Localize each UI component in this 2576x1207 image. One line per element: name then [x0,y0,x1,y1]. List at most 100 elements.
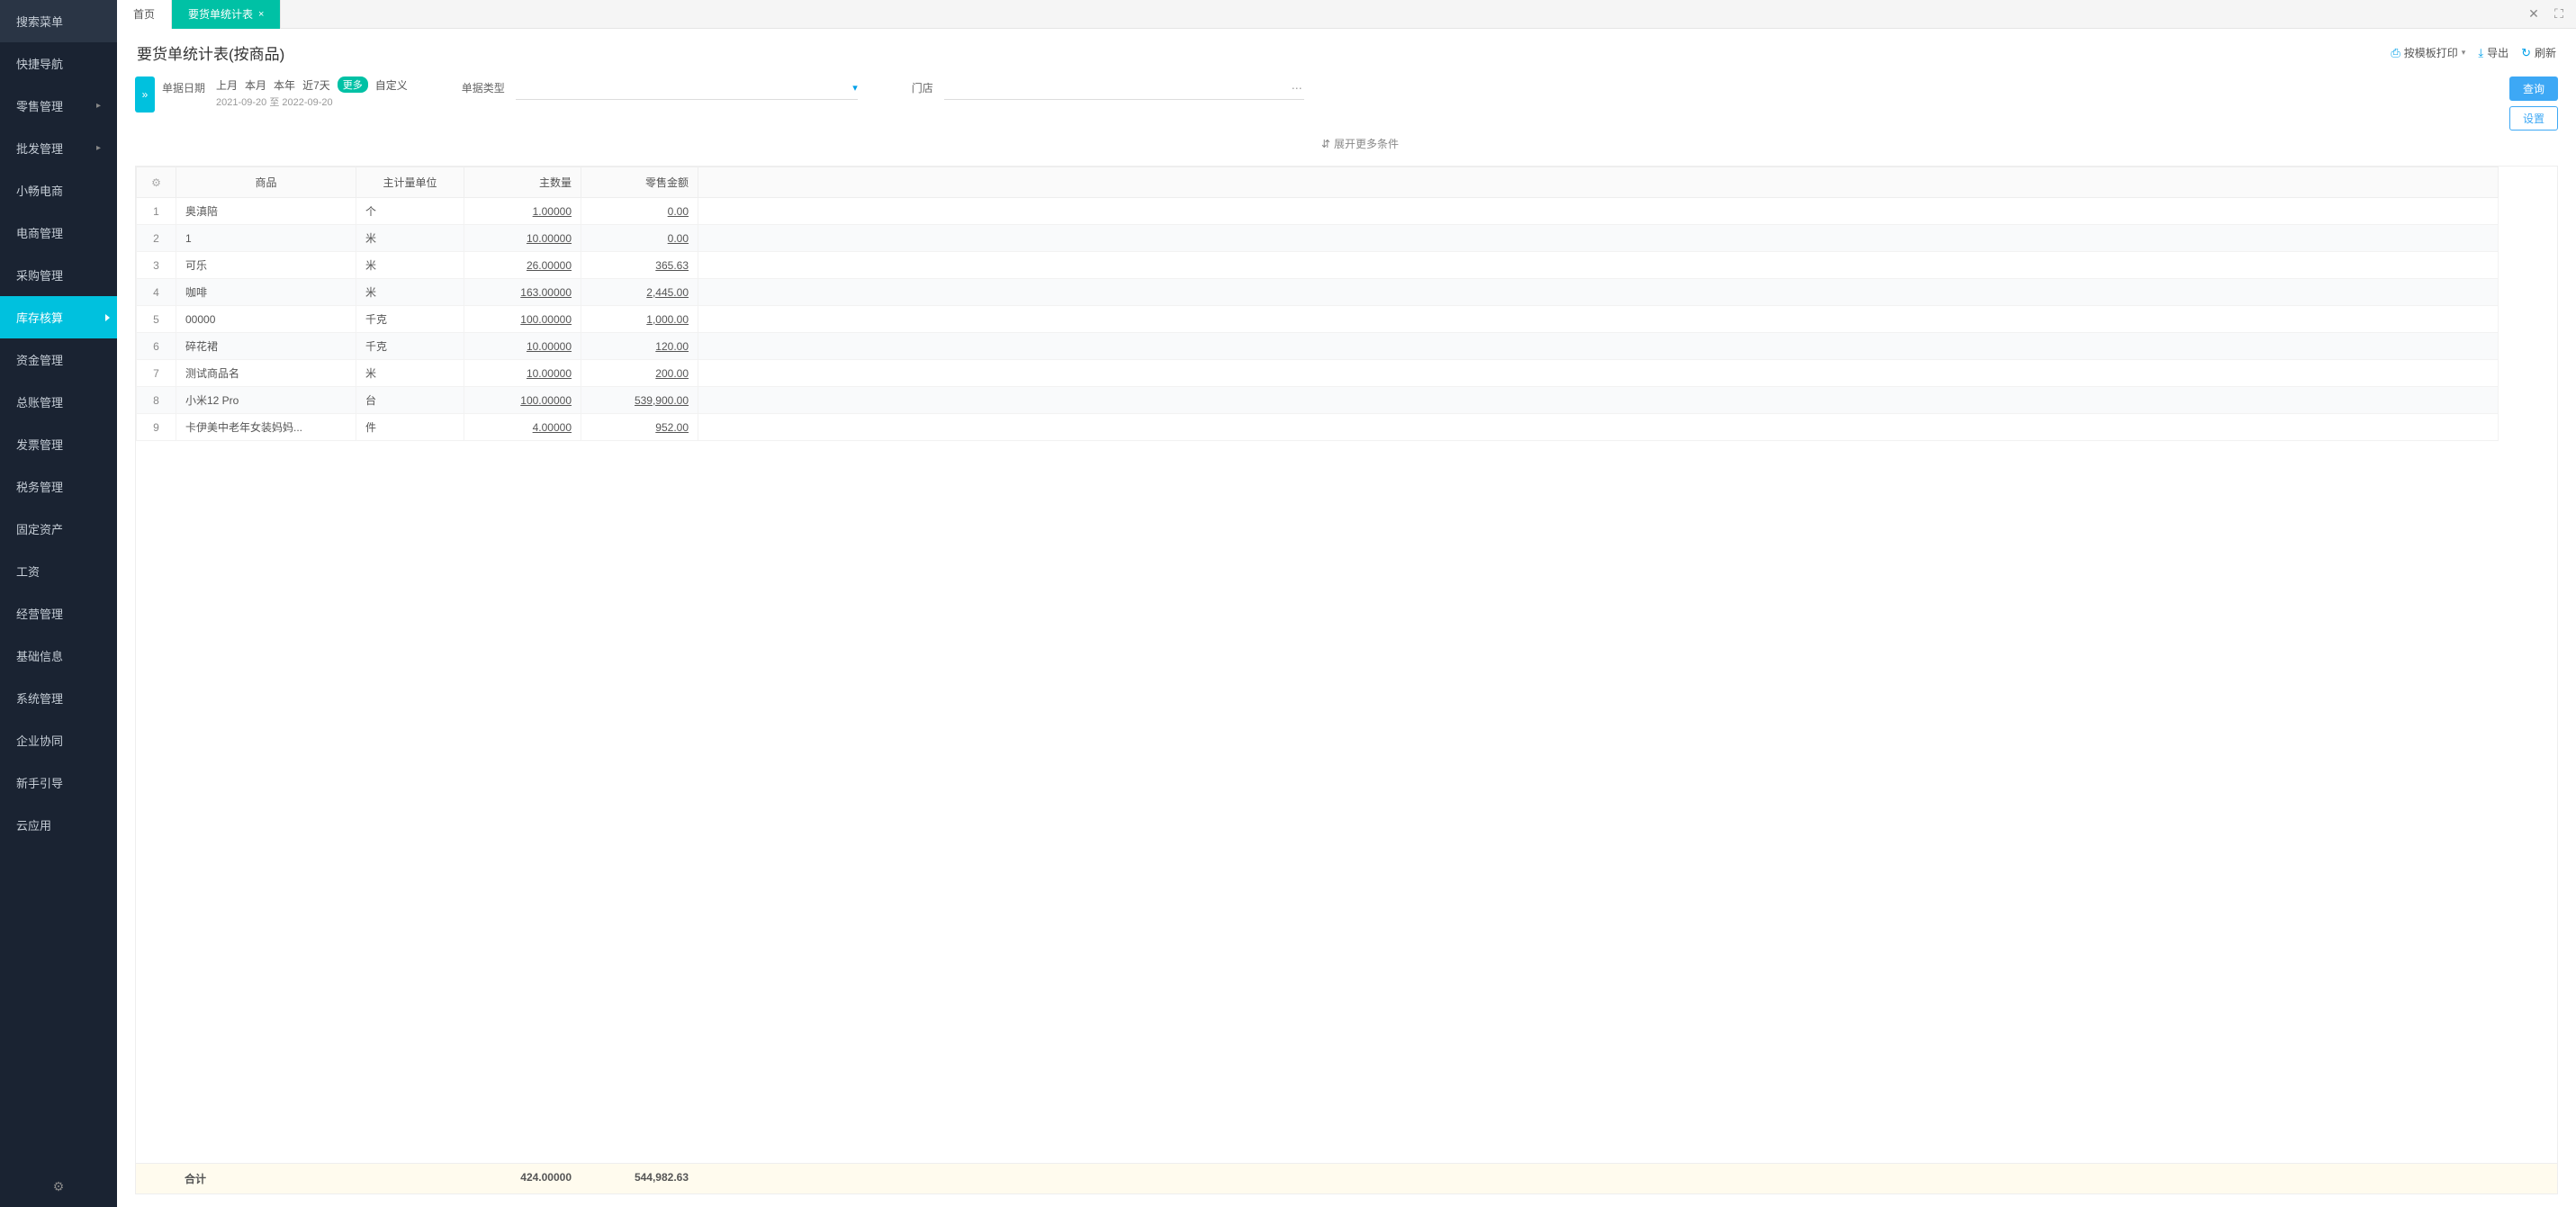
cell-qty[interactable]: 4.00000 [464,414,581,441]
sidebar-item-11[interactable]: 税务管理 [0,465,117,508]
sidebar-item-14[interactable]: 经营管理 [0,592,117,635]
expand-filters-button[interactable]: ⇵ 展开更多条件 [1321,136,1399,151]
cell-amount[interactable]: 200.00 [581,360,698,387]
sidebar-item-label: 基础信息 [16,647,63,664]
cell-empty [698,387,2499,414]
sidebar-item-label: 工资 [16,563,40,580]
cell-amount[interactable]: 2,445.00 [581,279,698,306]
sidebar-item-18[interactable]: 新手引导 [0,761,117,804]
cell-qty[interactable]: 163.00000 [464,279,581,306]
cell-amount[interactable]: 0.00 [581,225,698,252]
cell-amount[interactable]: 0.00 [581,198,698,225]
table-row[interactable]: 8小米12 Pro台100.00000539,900.00 [137,387,2499,414]
settings-button[interactable]: 设置 [2509,106,2558,131]
date-opt-custom[interactable]: 自定义 [375,77,408,93]
date-opt-last-7[interactable]: 近7天 [302,77,330,93]
cell-qty[interactable]: 100.00000 [464,306,581,333]
sidebar-item-9[interactable]: 总账管理 [0,381,117,423]
table-row[interactable]: 21米10.000000.00 [137,225,2499,252]
sidebar-item-16[interactable]: 系统管理 [0,677,117,719]
sidebar-item-4[interactable]: 小畅电商 [0,169,117,212]
cell-product: 可乐 [176,252,356,279]
sidebar-item-0[interactable]: 搜索菜单 [0,0,117,42]
date-opt-this-month[interactable]: 本月 [245,77,266,93]
main-area: 首页要货单统计表 × ✕ ⛶ 要货单统计表(按商品) ⎙ 按模板打印 ▾ ⤓ 导出 [117,0,2576,1207]
table-row[interactable]: 1奥滇陪个1.000000.00 [137,198,2499,225]
print-button[interactable]: ⎙ 按模板打印 ▾ [2391,45,2465,60]
cell-amount[interactable]: 365.63 [581,252,698,279]
sidebar-item-label: 发票管理 [16,436,63,453]
cell-qty[interactable]: 1.00000 [464,198,581,225]
sidebar-item-label: 搜索菜单 [16,13,63,30]
sidebar-item-15[interactable]: 基础信息 [0,635,117,677]
export-icon: ⤓ [2478,46,2483,60]
export-button[interactable]: ⤓ 导出 [2478,45,2508,60]
sidebar-settings[interactable] [0,1166,117,1207]
sidebar-item-label: 采购管理 [16,266,63,284]
cell-amount[interactable]: 952.00 [581,414,698,441]
tab-0[interactable]: 首页 [117,0,172,29]
sidebar-item-label: 云应用 [16,816,51,833]
cell-amount[interactable]: 120.00 [581,333,698,360]
close-icon[interactable]: × [258,9,264,20]
sidebar-item-label: 电商管理 [16,224,63,241]
cell-empty [698,198,2499,225]
col-settings-header[interactable] [137,167,176,198]
doc-type-select[interactable]: ▾ [516,77,858,100]
cell-qty[interactable]: 10.00000 [464,333,581,360]
table-row[interactable]: 3可乐米26.00000365.63 [137,252,2499,279]
sidebar-item-10[interactable]: 发票管理 [0,423,117,465]
sidebar-item-label: 经营管理 [16,605,63,622]
chevron-down-icon: ▾ [2462,48,2466,58]
fullscreen-icon[interactable]: ⛶ [2549,5,2569,24]
date-opt-last-month[interactable]: 上月 [216,77,238,93]
cell-qty[interactable]: 10.00000 [464,360,581,387]
cell-amount[interactable]: 539,900.00 [581,387,698,414]
refresh-label: 刷新 [2535,45,2556,60]
tab-1[interactable]: 要货单统计表 × [172,0,281,29]
sidebar-item-13[interactable]: 工资 [0,550,117,592]
table-row[interactable]: 6碎花裙千克10.00000120.00 [137,333,2499,360]
sidebar-item-17[interactable]: 企业协同 [0,719,117,761]
sidebar-item-12[interactable]: 固定资产 [0,508,117,550]
sidebar-item-6[interactable]: 采购管理 [0,254,117,296]
data-table-wrap: 商品 主计量单位 主数量 零售金额 1奥滇陪个1.000000.0021米10.… [117,157,2576,1207]
cell-index: 7 [137,360,176,387]
cell-qty[interactable]: 10.00000 [464,225,581,252]
date-opt-more[interactable]: 更多 [338,77,368,93]
filter-store-label: 门店 [912,77,933,95]
filter-doc-type: 单据类型 ▾ [462,77,858,100]
cell-empty [698,279,2499,306]
sidebar-item-19[interactable]: 云应用 [0,804,117,846]
cell-qty[interactable]: 26.00000 [464,252,581,279]
sidebar-item-7[interactable]: 库存核算 [0,296,117,338]
sidebar-item-label: 库存核算 [16,309,63,326]
date-opt-this-year[interactable]: 本年 [274,77,295,93]
gear-icon [53,1181,65,1193]
store-select[interactable]: ⋯ [944,77,1304,100]
page-title: 要货单统计表(按商品) [137,41,284,64]
col-product-header[interactable]: 商品 [176,167,356,198]
table-footer: 合计 424.00000 544,982.63 [135,1163,2558,1194]
col-qty-header[interactable]: 主数量 [464,167,581,198]
table-row[interactable]: 7测试商品名米10.00000200.00 [137,360,2499,387]
tab-label: 要货单统计表 [188,6,253,22]
sidebar-item-1[interactable]: 快捷导航 [0,42,117,85]
cell-amount[interactable]: 1,000.00 [581,306,698,333]
table-row[interactable]: 500000千克100.000001,000.00 [137,306,2499,333]
query-button[interactable]: 查询 [2509,77,2558,101]
cell-qty[interactable]: 100.00000 [464,387,581,414]
close-all-tabs-icon[interactable]: ✕ [2524,5,2544,24]
sidebar-item-8[interactable]: 资金管理 [0,338,117,381]
cell-unit: 米 [356,360,464,387]
collapse-filter-button[interactable]: » [135,77,155,113]
refresh-button[interactable]: ↻ 刷新 [2521,45,2556,60]
col-amount-header[interactable]: 零售金额 [581,167,698,198]
sidebar-item-3[interactable]: 批发管理▸ [0,127,117,169]
table-row[interactable]: 4咖啡米163.000002,445.00 [137,279,2499,306]
col-unit-header[interactable]: 主计量单位 [356,167,464,198]
sidebar-item-2[interactable]: 零售管理▸ [0,85,117,127]
cell-index: 3 [137,252,176,279]
table-row[interactable]: 9卡伊美中老年女装妈妈...件4.00000952.00 [137,414,2499,441]
sidebar-item-5[interactable]: 电商管理 [0,212,117,254]
